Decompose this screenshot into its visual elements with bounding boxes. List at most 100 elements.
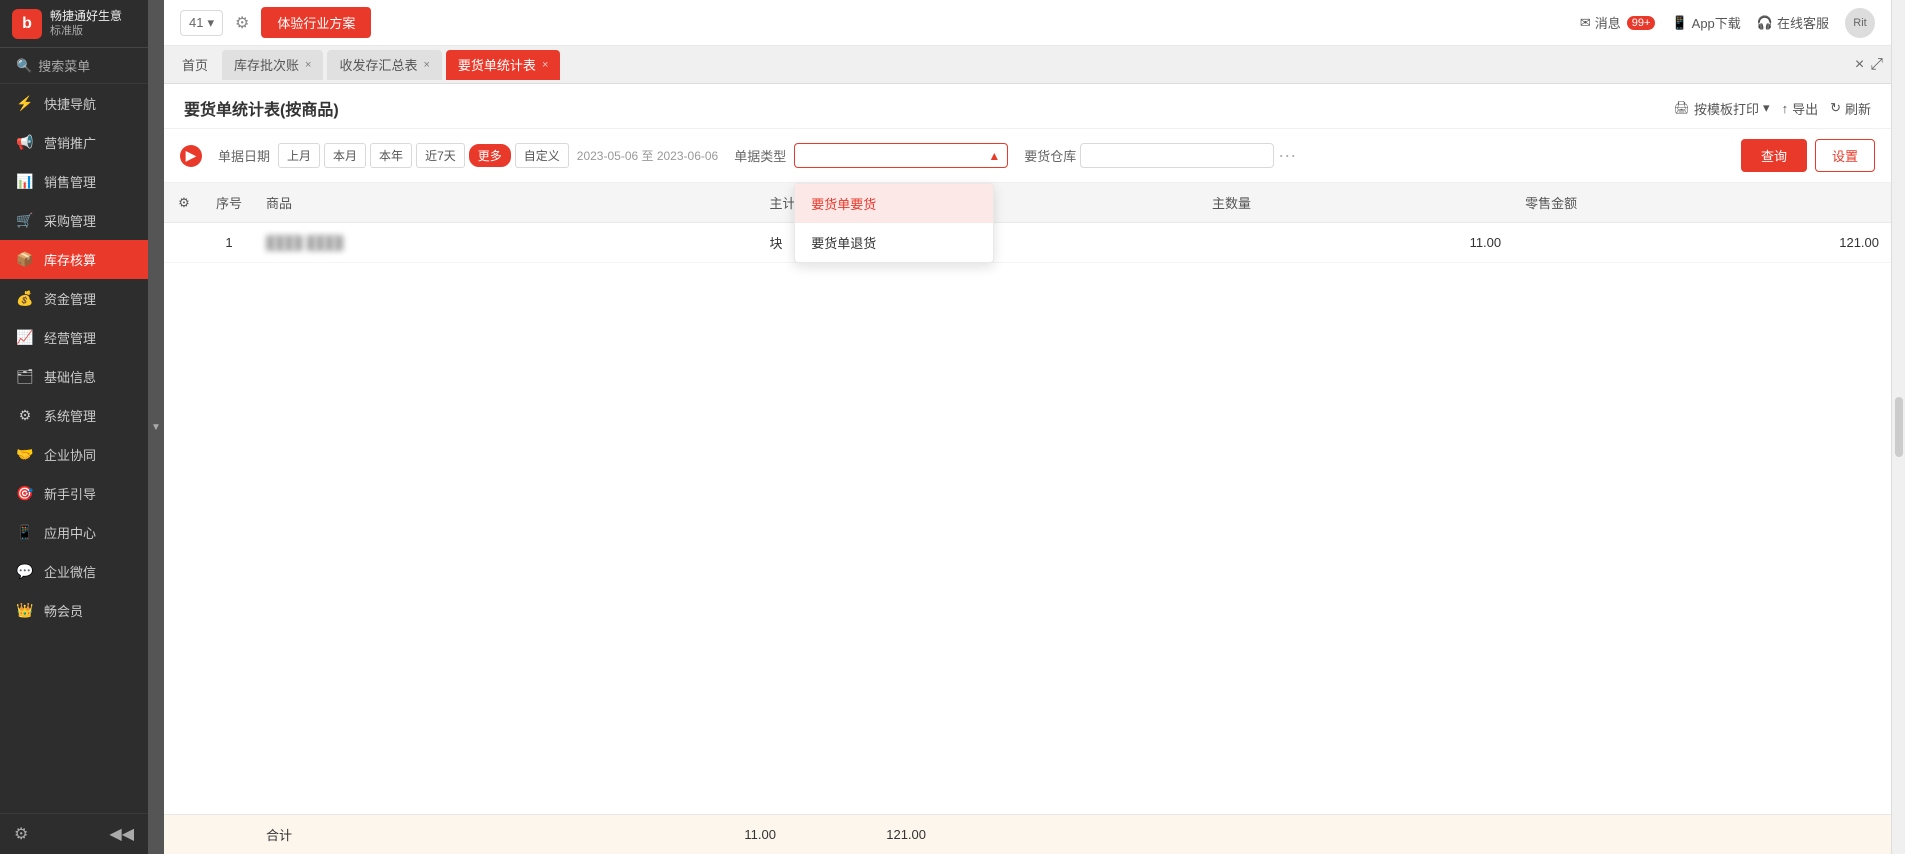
sidebar-scroll[interactable]: ▼ (148, 0, 164, 854)
custom-date-btn[interactable]: 自定义 (515, 143, 569, 168)
filter-settings-btn[interactable]: 设置 (1815, 139, 1875, 172)
cell-index: 1 (204, 223, 254, 263)
finance-icon: 💰 (14, 290, 36, 307)
this-year-btn[interactable]: 本年 (370, 143, 412, 168)
dropdown-item-return[interactable]: 要货单退货 (795, 223, 993, 262)
topbar-right: ✉ 消息 99+ 📱 App下载 🎧 在线客服 Rit (1580, 8, 1875, 38)
sidebar-item-marketing[interactable]: 📢营销推广 (0, 123, 148, 162)
dropdown-item-purchase[interactable]: 要货单要货 (795, 184, 993, 223)
message-badge: 99+ (1627, 16, 1656, 30)
tab-close-inventory-batch[interactable]: × (305, 59, 311, 71)
sidebar-item-operation[interactable]: 📈经营管理 (0, 318, 148, 357)
app-logo: b 畅捷通好生意 标准版 (0, 0, 148, 48)
refresh-btn[interactable]: ↻ 刷新 (1830, 99, 1871, 118)
marketing-icon: 📢 (14, 134, 36, 151)
settings-icon-topbar[interactable]: ⚙ (235, 13, 249, 33)
sidebar-item-member[interactable]: 👑畅会员 (0, 591, 148, 630)
app-download-btn[interactable]: 📱 App下载 (1671, 13, 1740, 32)
filter-expand-btn[interactable]: ▶ (180, 145, 202, 167)
filter-actions: 查询 设置 (1741, 139, 1875, 172)
doc-type-label: 单据类型 (734, 146, 786, 165)
sidebar-item-guide[interactable]: 🎯新手引导 (0, 474, 148, 513)
sales-icon: 📊 (14, 173, 36, 190)
more-date-btn[interactable]: 更多 (469, 144, 511, 167)
footer-label: 合计 (266, 825, 506, 844)
sidebar-item-quick-nav[interactable]: ⚡快捷导航 (0, 84, 148, 123)
messages-btn[interactable]: ✉ 消息 99+ (1580, 13, 1656, 32)
company-selector[interactable]: 41 ▾ (180, 10, 223, 36)
sidebar-item-finance[interactable]: 💰资金管理 (0, 279, 148, 318)
table-wrapper: ⚙ 序号 商品 主计量单位 主数量 零售金额 1 ████ ████ 块 11.… (164, 183, 1891, 814)
printer-icon: 🖨 (1674, 100, 1691, 116)
footer-qty: 11.00 (626, 827, 776, 842)
col-qty-header: 主数量 (1200, 183, 1513, 223)
doc-type-input[interactable] (794, 143, 1008, 168)
guide-icon: 🎯 (14, 485, 36, 502)
date-filter-group: 单据日期 上月 本月 本年 近7天 更多 自定义 2023-05-06 至 20… (218, 143, 718, 168)
last-7-days-btn[interactable]: 近7天 (416, 143, 465, 168)
basic-icon: 🗂 (14, 368, 36, 385)
close-tab-btn[interactable]: × (1855, 56, 1864, 74)
sidebar-item-appstore[interactable]: 📱应用中心 (0, 513, 148, 552)
member-icon: 👑 (14, 602, 36, 619)
last-month-btn[interactable]: 上月 (278, 143, 320, 168)
sidebar-item-basic[interactable]: 🗂基础信息 (0, 357, 148, 396)
table-body: 1 ████ ████ 块 11.00 121.00 (164, 223, 1891, 263)
sidebar-item-wechat[interactable]: 💬企业微信 (0, 552, 148, 591)
toggle-icon[interactable]: ◀◀ (109, 824, 134, 844)
sidebar-nav: ⚡快捷导航📢营销推广📊销售管理🛒采购管理📦库存核算💰资金管理📈经营管理🗂基础信息… (0, 84, 148, 813)
scroll-handle[interactable] (1895, 397, 1903, 457)
inventory-icon: 📦 (14, 251, 36, 268)
query-btn[interactable]: 查询 (1741, 139, 1807, 172)
table-row: 1 ████ ████ 块 11.00 121.00 (164, 223, 1891, 263)
sidebar-search[interactable]: 🔍 搜索菜单 (0, 48, 148, 84)
main-area: 41 ▾ ⚙ 体验行业方案 ✉ 消息 99+ 📱 App下载 🎧 在线客服 Ri… (164, 0, 1891, 854)
message-icon: ✉ (1580, 15, 1591, 31)
appstore-icon: 📱 (14, 524, 36, 541)
online-service-btn[interactable]: 🎧 在线客服 (1757, 13, 1829, 32)
sidebar: b 畅捷通好生意 标准版 🔍 搜索菜单 ⚡快捷导航📢营销推广📊销售管理🛒采购管理… (0, 0, 148, 854)
tab-inventory-batch[interactable]: 库存批次账× (222, 50, 323, 80)
tab-order-summary[interactable]: 要货单统计表× (446, 50, 560, 80)
doc-type-filter-group: 单据类型 ▲ 要货单要货 要货单退货 (734, 143, 1008, 168)
date-label: 单据日期 (218, 146, 270, 165)
warehouse-filter: 要货仓库 ··· (1024, 143, 1296, 168)
print-template-btn[interactable]: 🖨 按模板打印 ▾ (1674, 99, 1770, 118)
export-btn[interactable]: ↑ 导出 (1782, 99, 1819, 118)
expand-btn[interactable]: ⤢ (1870, 56, 1883, 74)
sidebar-item-enterprise[interactable]: 🤝企业协同 (0, 435, 148, 474)
tab-receive-summary[interactable]: 收发存汇总表× (327, 50, 441, 80)
warehouse-input[interactable] (1080, 143, 1274, 168)
quick-nav-icon: ⚡ (14, 95, 36, 112)
sidebar-item-system[interactable]: ⚙系统管理 (0, 396, 148, 435)
right-scrollbar[interactable] (1891, 0, 1905, 854)
date-range-text: 2023-05-06 至 2023-06-06 (577, 147, 718, 164)
this-month-btn[interactable]: 本月 (324, 143, 366, 168)
trial-btn[interactable]: 体验行业方案 (261, 7, 371, 38)
more-options-icon[interactable]: ··· (1278, 145, 1296, 166)
sidebar-footer: ⚙ ◀◀ (0, 813, 148, 854)
sidebar-item-inventory[interactable]: 📦库存核算 (0, 240, 148, 279)
warehouse-label: 要货仓库 (1024, 146, 1076, 165)
doc-type-dropdown: 要货单要货 要货单退货 (794, 183, 994, 263)
tab-close-order-summary[interactable]: × (542, 59, 548, 71)
footer-amount: 121.00 (806, 827, 926, 842)
cell-product: ████ ████ (254, 223, 757, 263)
avatar[interactable]: Rit (1845, 8, 1875, 38)
sidebar-item-sales[interactable]: 📊销售管理 (0, 162, 148, 201)
chevron-down-icon-print: ▾ (1763, 100, 1770, 116)
data-table: ⚙ 序号 商品 主计量单位 主数量 零售金额 1 ████ ████ 块 11.… (164, 183, 1891, 263)
tabs-bar: 首页库存批次账×收发存汇总表×要货单统计表× × ⤢ (164, 46, 1891, 84)
logo-icon: b (12, 9, 42, 39)
refresh-icon: ↻ (1830, 100, 1841, 116)
tab-close-receive-summary[interactable]: × (423, 59, 429, 71)
sidebar-item-purchase[interactable]: 🛒采购管理 (0, 201, 148, 240)
col-settings-header[interactable]: ⚙ (164, 183, 204, 223)
date-range-btns: 上月 本月 本年 近7天 更多 自定义 (278, 143, 569, 168)
settings-icon[interactable]: ⚙ (14, 824, 28, 844)
tab-home[interactable]: 首页 (172, 50, 218, 80)
col-amount-header: 零售金额 (1513, 183, 1891, 223)
table-head: ⚙ 序号 商品 主计量单位 主数量 零售金额 (164, 183, 1891, 223)
cell-amount: 121.00 (1513, 223, 1891, 263)
topbar-left: 41 ▾ ⚙ 体验行业方案 (180, 7, 371, 38)
